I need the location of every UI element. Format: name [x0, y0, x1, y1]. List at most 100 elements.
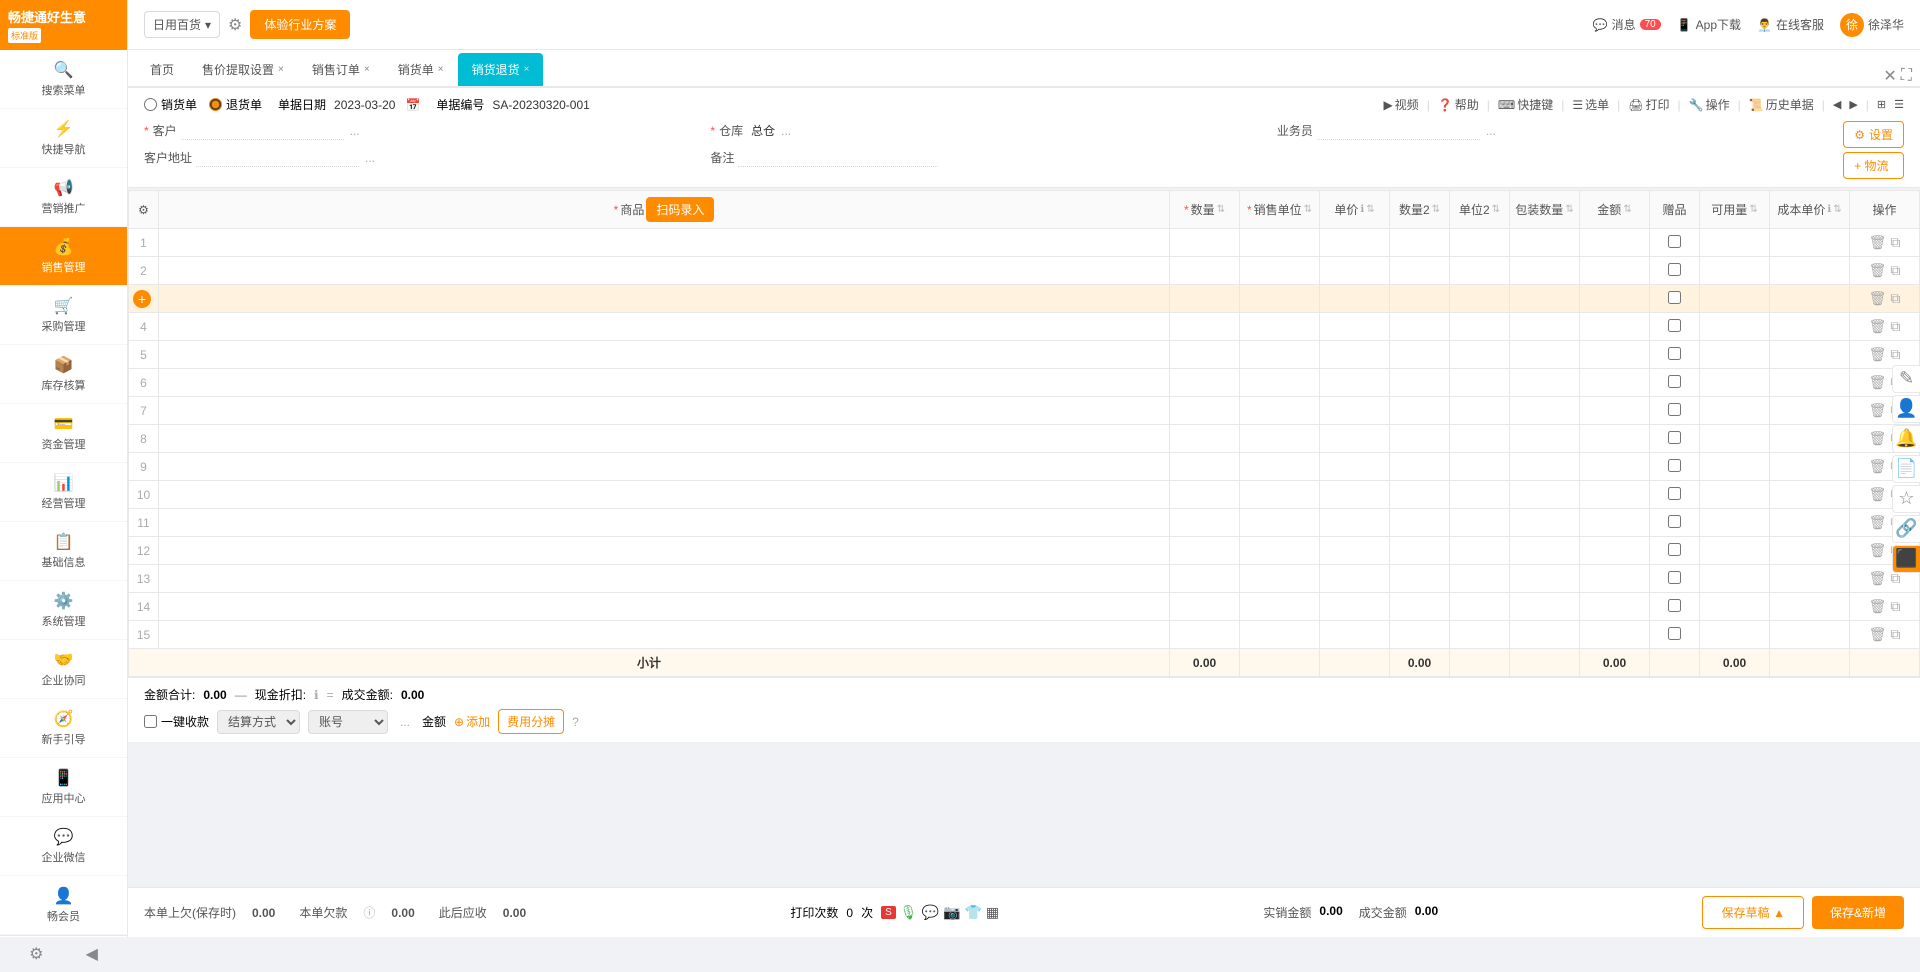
unit2-cell-10[interactable]: [1450, 481, 1510, 509]
gift-checkbox-10[interactable]: [1668, 487, 1681, 500]
product-cell-4[interactable]: [159, 313, 1170, 341]
amount-cell-5[interactable]: [1580, 341, 1650, 369]
cost-cell-14[interactable]: [1770, 593, 1850, 621]
copy-row-btn-3[interactable]: ⧉: [1890, 290, 1900, 307]
product-cell-1[interactable]: [159, 229, 1170, 257]
sidebar-item-sales[interactable]: 💰 销售管理: [0, 227, 127, 286]
unit2-cell-3[interactable]: [1450, 285, 1510, 313]
online-service-btn[interactable]: 👨‍💼 在线客服: [1757, 16, 1824, 33]
sales-unit-cell-13[interactable]: [1240, 565, 1320, 593]
unit2-cell-13[interactable]: [1450, 565, 1510, 593]
qty-sort-icon[interactable]: ⇅: [1217, 204, 1225, 215]
package-qty-cell-14[interactable]: [1510, 593, 1580, 621]
salesperson-input[interactable]: [1317, 121, 1480, 140]
quantity2-cell-12[interactable]: [1390, 537, 1450, 565]
amount-cell-7[interactable]: [1580, 397, 1650, 425]
radio-return[interactable]: 退货单: [209, 96, 262, 113]
scan-input-btn[interactable]: 扫码录入: [646, 197, 714, 222]
sales-unit-cell-11[interactable]: [1240, 509, 1320, 537]
cost-cell-1[interactable]: [1770, 229, 1850, 257]
sales-unit-cell-10[interactable]: [1240, 481, 1320, 509]
package-qty-cell-6[interactable]: [1510, 369, 1580, 397]
unit-price-cell-12[interactable]: [1320, 537, 1390, 565]
amount-cell-1[interactable]: [1580, 229, 1650, 257]
operate-link[interactable]: 🔧 操作: [1689, 96, 1730, 113]
gift-cell-7[interactable]: [1650, 397, 1700, 425]
product-cell-11[interactable]: [159, 509, 1170, 537]
gift-checkbox-5[interactable]: [1668, 347, 1681, 360]
cost-cell-15[interactable]: [1770, 621, 1850, 649]
gift-cell-15[interactable]: [1650, 621, 1700, 649]
cost-cell-2[interactable]: [1770, 257, 1850, 285]
gift-checkbox-2[interactable]: [1668, 263, 1681, 276]
delete-row-btn-8[interactable]: 🗑: [1869, 430, 1887, 447]
product-cell-2[interactable]: [159, 257, 1170, 285]
quick-active-btn[interactable]: ⬛: [1892, 545, 1920, 573]
delete-row-btn-13[interactable]: 🗑: [1869, 570, 1887, 587]
copy-row-btn-13[interactable]: ⧉: [1890, 570, 1900, 587]
gift-cell-9[interactable]: [1650, 453, 1700, 481]
cost-cell-13[interactable]: [1770, 565, 1850, 593]
delete-row-btn-4[interactable]: 🗑: [1869, 318, 1887, 335]
delete-row-btn-5[interactable]: 🗑: [1869, 346, 1887, 363]
pkg-sort-icon[interactable]: ⇅: [1565, 204, 1573, 215]
tab-sales-delivery-close[interactable]: ×: [438, 64, 444, 75]
gift-checkbox-11[interactable]: [1668, 515, 1681, 528]
unit2-cell-2[interactable]: [1450, 257, 1510, 285]
sales-unit-cell-12[interactable]: [1240, 537, 1320, 565]
quantity2-cell-6[interactable]: [1390, 369, 1450, 397]
gift-checkbox-4[interactable]: [1668, 319, 1681, 332]
save-new-btn[interactable]: 保存&新增: [1812, 896, 1904, 929]
gift-cell-5[interactable]: [1650, 341, 1700, 369]
industry-select[interactable]: 日用百货 ▾: [144, 11, 220, 38]
unit2-cell-7[interactable]: [1450, 397, 1510, 425]
quantity-cell-3[interactable]: [1170, 285, 1240, 313]
sales-unit-cell-9[interactable]: [1240, 453, 1320, 481]
amount-cell-12[interactable]: [1580, 537, 1650, 565]
delete-row-btn-11[interactable]: 🗑: [1869, 514, 1887, 531]
delete-row-btn-6[interactable]: 🗑: [1869, 374, 1887, 391]
sidebar-item-member[interactable]: 👤 畅会员: [0, 876, 127, 935]
radio-delivery[interactable]: 销货单: [144, 96, 197, 113]
save-draft-btn[interactable]: 保存草稿 ▲: [1702, 896, 1804, 929]
barcode-icon[interactable]: ▦: [986, 904, 999, 921]
quantity-cell-7[interactable]: [1170, 397, 1240, 425]
quantity-cell-15[interactable]: [1170, 621, 1240, 649]
history-link[interactable]: 📜 历史单据: [1749, 96, 1814, 113]
quantity-cell-9[interactable]: [1170, 453, 1240, 481]
available-cell-14[interactable]: [1700, 593, 1770, 621]
avail-sort-icon[interactable]: ⇅: [1749, 204, 1757, 215]
available-cell-6[interactable]: [1700, 369, 1770, 397]
gift-checkbox-6[interactable]: [1668, 375, 1681, 388]
radio-return-input[interactable]: [209, 98, 222, 111]
calc-method-select[interactable]: 结算方式: [217, 710, 300, 734]
sales-unit-cell-15[interactable]: [1240, 621, 1320, 649]
settings-side-btn[interactable]: ⚙ 设置: [1843, 121, 1904, 148]
package-qty-cell-3[interactable]: [1510, 285, 1580, 313]
tab-price-settings[interactable]: 售价提取设置 ×: [188, 53, 298, 86]
quantity2-cell-2[interactable]: [1390, 257, 1450, 285]
settings-bottom-btn[interactable]: ⚙: [29, 944, 43, 964]
fee-split-btn[interactable]: 费用分摊: [498, 709, 564, 734]
delete-row-btn-15[interactable]: 🗑: [1869, 626, 1887, 643]
sidebar-item-finance[interactable]: 💳 资金管理: [0, 404, 127, 463]
app-download-btn[interactable]: 📱 App下载: [1677, 16, 1741, 33]
unit-price-cell-5[interactable]: [1320, 341, 1390, 369]
unit2-cell-9[interactable]: [1450, 453, 1510, 481]
sidebar-item-apps[interactable]: 📱 应用中心: [0, 758, 127, 817]
unit-price-cell-15[interactable]: [1320, 621, 1390, 649]
topbar-gear-icon[interactable]: ⚙: [228, 15, 242, 35]
tab-home[interactable]: 首页: [136, 53, 188, 86]
package-qty-cell-5[interactable]: [1510, 341, 1580, 369]
customer-ellipsis-btn[interactable]: ...: [350, 124, 360, 138]
sidebar-item-marketing[interactable]: 📢 营销推广: [0, 168, 127, 227]
tab-sales-delivery[interactable]: 销货单 ×: [384, 53, 458, 86]
sidebar-item-inventory[interactable]: 📦 库存核算: [0, 345, 127, 404]
camera-icon[interactable]: 📷: [943, 904, 960, 921]
unit-price-cell-8[interactable]: [1320, 425, 1390, 453]
next-btn[interactable]: ▶: [1849, 98, 1857, 111]
package-qty-cell-4[interactable]: [1510, 313, 1580, 341]
prev-btn[interactable]: ◀: [1833, 98, 1841, 111]
qty2-sort-icon[interactable]: ⇅: [1432, 204, 1440, 215]
sidebar-item-wechat[interactable]: 💬 企业微信: [0, 817, 127, 876]
